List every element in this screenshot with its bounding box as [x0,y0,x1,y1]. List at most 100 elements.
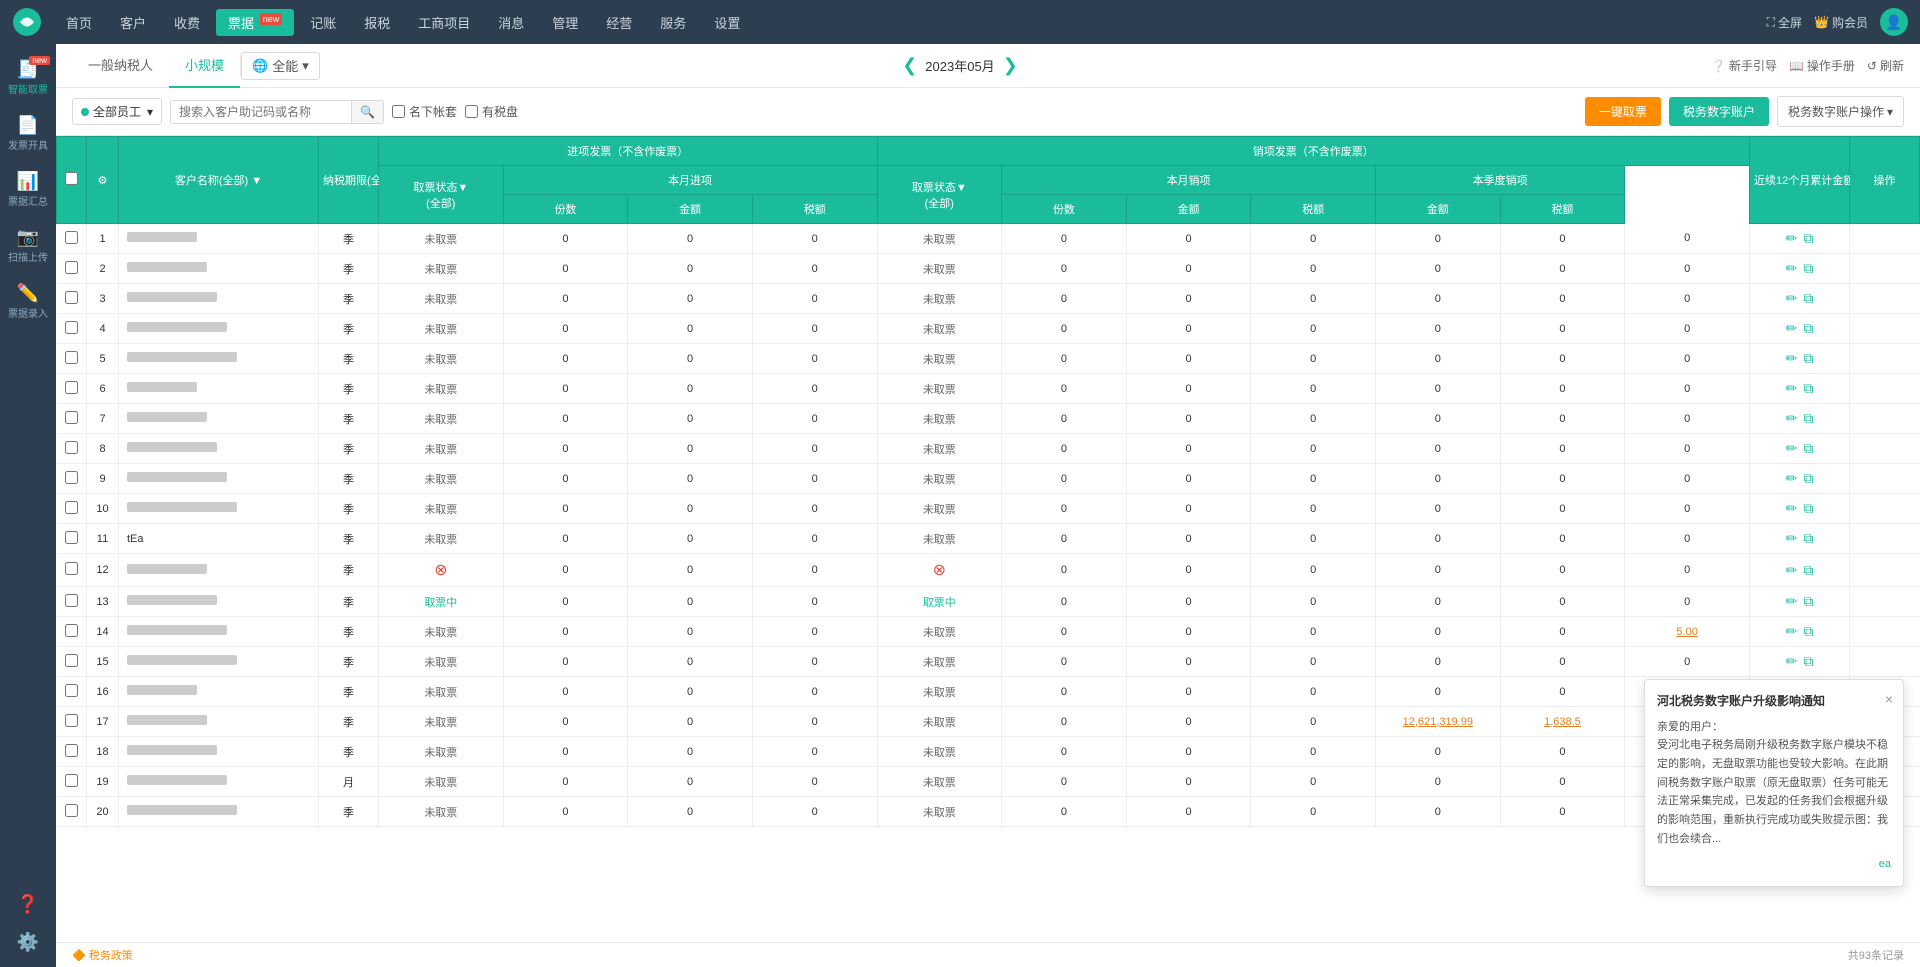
ref-amount[interactable]: 12,621,319.99 [1403,716,1473,728]
row-checkbox[interactable] [65,684,78,697]
copy-btn[interactable]: ⧉ [1803,230,1813,247]
row-checkbox-cell[interactable] [57,374,87,404]
row-checkbox[interactable] [65,321,78,334]
user-avatar[interactable]: 👤 [1880,8,1908,36]
copy-btn[interactable]: ⧉ [1803,500,1813,517]
copy-btn[interactable]: ⧉ [1803,623,1813,640]
row-checkbox-cell[interactable] [57,434,87,464]
row-checkbox-cell[interactable] [57,314,87,344]
row-checkbox[interactable] [65,562,78,575]
new-guide-btn[interactable]: ❔ 新手引导 [1711,57,1777,74]
popup-footer-link[interactable]: ea [1657,856,1891,874]
cum12-value[interactable]: 5.00 [1676,626,1697,638]
digital-ops-btn[interactable]: 税务数字账户操作 ▾ [1777,96,1904,127]
subordinate-check-label[interactable]: 名下帐套 [392,103,457,120]
edit-btn[interactable]: ✏ [1786,290,1798,307]
nav-item-fee[interactable]: 收费 [162,9,212,36]
edit-btn[interactable]: ✏ [1786,380,1798,397]
row-checkbox[interactable] [65,714,78,727]
row-checkbox-cell[interactable] [57,494,87,524]
row-checkbox[interactable] [65,624,78,637]
edit-btn[interactable]: ✏ [1786,653,1798,670]
filter-all-btn[interactable]: 🌐 全能 ▾ [241,52,320,80]
date-prev-btn[interactable]: ❮ [902,55,917,76]
refresh-btn[interactable]: ↺ 刷新 [1867,57,1904,74]
nav-item-manage[interactable]: 管理 [540,9,590,36]
manual-btn[interactable]: 📖 操作手册 [1789,57,1855,74]
row-checkbox-cell[interactable] [57,524,87,554]
date-next-btn[interactable]: ❯ [1003,55,1018,76]
row-checkbox[interactable] [65,654,78,667]
row-checkbox-cell[interactable] [57,647,87,677]
nav-item-tax[interactable]: 报税 [352,9,402,36]
edit-btn[interactable]: ✏ [1786,500,1798,517]
copy-btn[interactable]: ⧉ [1803,653,1813,670]
nav-item-home[interactable]: 首页 [54,9,104,36]
row-checkbox[interactable] [65,804,78,817]
one-click-invoice-btn[interactable]: 一键取票 [1585,97,1661,126]
row-checkbox-cell[interactable] [57,587,87,617]
row-checkbox[interactable] [65,441,78,454]
copy-btn[interactable]: ⧉ [1803,593,1813,610]
sidebar-item-help[interactable]: ❓ [13,887,43,921]
ref-tax[interactable]: 1,638.5 [1544,716,1581,728]
nav-item-operation[interactable]: 经营 [594,9,644,36]
row-checkbox[interactable] [65,291,78,304]
edit-btn[interactable]: ✏ [1786,470,1798,487]
employee-select[interactable]: 全部员工 ▾ [72,98,162,125]
row-checkbox[interactable] [65,471,78,484]
fullscreen-btn[interactable]: ⛶ 全屏 [1767,14,1802,31]
th-client-name[interactable]: 客户名称(全部) ▼ [119,137,319,224]
copy-btn[interactable]: ⧉ [1803,562,1813,579]
th-outbound-status[interactable]: 取票状态▼(全部) [877,166,1002,224]
tax-disk-check-label[interactable]: 有税盘 [465,103,518,120]
row-checkbox[interactable] [65,594,78,607]
copy-btn[interactable]: ⧉ [1803,440,1813,457]
nav-item-client[interactable]: 客户 [108,9,158,36]
copy-btn[interactable]: ⧉ [1803,320,1813,337]
sidebar-item-entry[interactable]: ✏️ 票据录入 [0,276,56,328]
copy-btn[interactable]: ⧉ [1803,410,1813,427]
nav-item-accounting[interactable]: 记账 [298,9,348,36]
th-quota[interactable]: 纳税期限(全部) ▼ [319,137,379,224]
copy-btn[interactable]: ⧉ [1803,260,1813,277]
edit-btn[interactable]: ✏ [1786,440,1798,457]
row-checkbox-cell[interactable] [57,737,87,767]
edit-btn[interactable]: ✏ [1786,230,1798,247]
row-checkbox-cell[interactable] [57,284,87,314]
nav-item-invoice[interactable]: 票据 new [216,9,294,36]
edit-btn[interactable]: ✏ [1786,593,1798,610]
digital-tax-btn[interactable]: 税务数字账户 [1669,97,1769,126]
copy-btn[interactable]: ⧉ [1803,530,1813,547]
sidebar-item-summary[interactable]: 📊 票据汇总 [0,164,56,216]
row-checkbox[interactable] [65,381,78,394]
tab-small-scale[interactable]: 小规模 [169,44,240,88]
row-checkbox[interactable] [65,501,78,514]
copy-btn[interactable]: ⧉ [1803,290,1813,307]
th-inbound-status[interactable]: 取票状态▼(全部) [379,166,504,224]
subordinate-checkbox[interactable] [392,105,405,118]
row-checkbox-cell[interactable] [57,254,87,284]
popup-close-btn[interactable]: × [1885,688,1893,710]
row-checkbox[interactable] [65,531,78,544]
sidebar-item-settings[interactable]: ⚙️ [13,925,43,959]
sidebar-item-open-invoice[interactable]: 📄 发票开具 [0,108,56,160]
row-checkbox[interactable] [65,231,78,244]
row-checkbox-cell[interactable] [57,404,87,434]
row-checkbox-cell[interactable] [57,224,87,254]
copy-btn[interactable]: ⧉ [1803,470,1813,487]
row-checkbox-cell[interactable] [57,677,87,707]
row-checkbox-cell[interactable] [57,797,87,827]
row-checkbox-cell[interactable] [57,464,87,494]
nav-item-settings[interactable]: 设置 [702,9,752,36]
sidebar-item-scan[interactable]: 📷 扫描上传 [0,220,56,272]
edit-btn[interactable]: ✏ [1786,562,1798,579]
sidebar-item-smart-invoice[interactable]: 🧾 智能取票 new [0,52,56,104]
tax-policy-link[interactable]: 🔶 税务政策 [72,947,133,963]
row-checkbox-cell[interactable] [57,344,87,374]
row-checkbox-cell[interactable] [57,554,87,587]
edit-btn[interactable]: ✏ [1786,350,1798,367]
tab-general-taxpayer[interactable]: 一般纳税人 [72,44,169,88]
edit-btn[interactable]: ✏ [1786,530,1798,547]
search-input[interactable] [171,101,351,123]
